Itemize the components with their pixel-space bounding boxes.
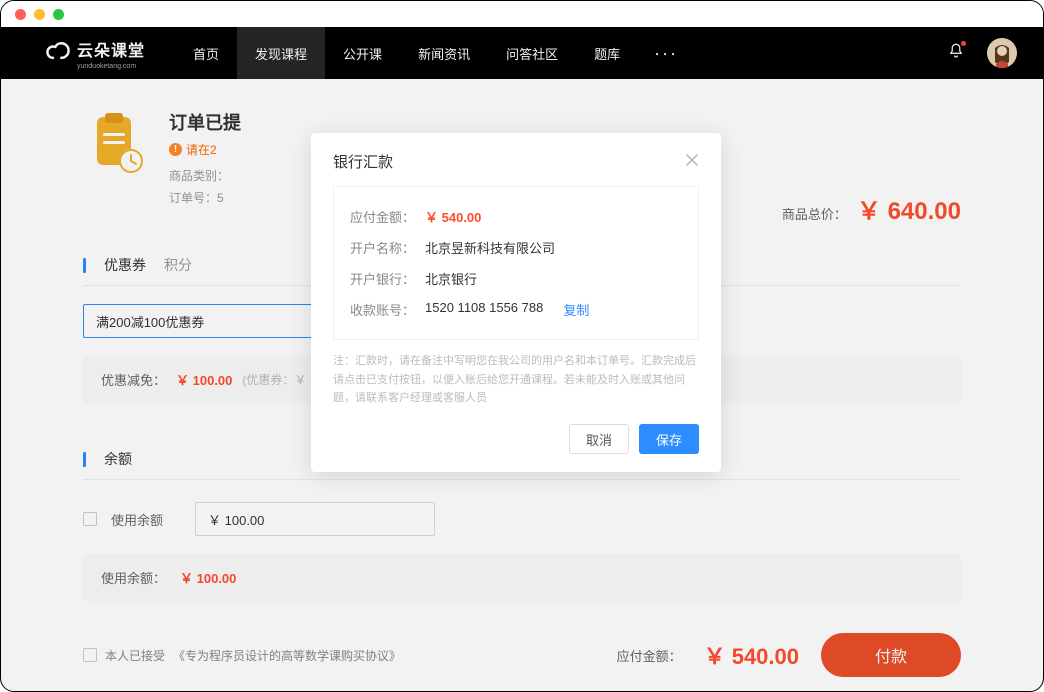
- minimize-window-button[interactable]: [34, 9, 45, 20]
- modal-close-button[interactable]: [685, 151, 699, 172]
- save-button[interactable]: 保存: [639, 424, 699, 454]
- bank-label: 开户银行：: [350, 269, 415, 288]
- bank-value: 北京银行: [425, 269, 477, 288]
- maximize-window-button[interactable]: [53, 9, 64, 20]
- close-icon: [685, 153, 699, 167]
- payable-value: ￥ 540.00: [425, 207, 481, 226]
- account-no-label: 收款账号：: [350, 300, 415, 319]
- copy-account-button[interactable]: 复制: [563, 300, 589, 319]
- account-name-value: 北京昱新科技有限公司: [425, 238, 555, 257]
- close-window-button[interactable]: [15, 9, 26, 20]
- account-no-value: 1520 1108 1556 788: [425, 300, 543, 319]
- modal-note: 注：汇款时，请在备注中写明您在我公司的用户名和本订单号。汇款完成后请点击已支付按…: [333, 352, 699, 408]
- account-name-label: 开户名称：: [350, 238, 415, 257]
- window-titlebar: [1, 1, 1043, 27]
- modal-title: 银行汇款: [333, 151, 393, 172]
- payable-label: 应付金额：: [350, 207, 415, 226]
- modal-body: 应付金额： ￥ 540.00 开户名称： 北京昱新科技有限公司 开户银行： 北京…: [333, 186, 699, 340]
- cancel-button[interactable]: 取消: [569, 424, 629, 454]
- bank-transfer-modal: 银行汇款 应付金额： ￥ 540.00 开户名称： 北京昱新科技有限公司 开户银…: [311, 133, 721, 472]
